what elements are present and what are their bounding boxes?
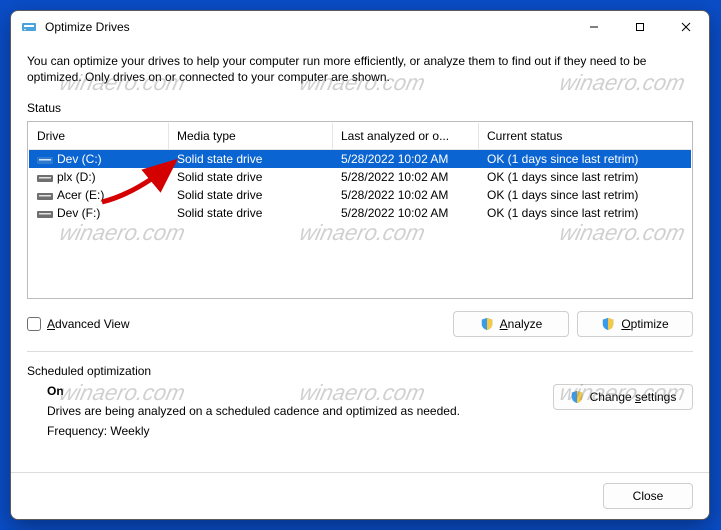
drive-name: plx (D:) [57,170,96,184]
close-window-button[interactable] [663,11,709,43]
table-row[interactable]: Dev (F:) Solid state drive5/28/2022 10:02… [29,204,691,222]
status-label: Status [27,101,693,115]
close-button[interactable]: Close [603,483,693,509]
change-settings-button[interactable]: Change settings [553,384,693,410]
app-icon [21,19,37,35]
drives-table: Drive Media type Last analyzed or o... C… [27,121,693,299]
shield-icon [601,317,615,331]
scheduled-body: On Drives are being analyzed on a schedu… [27,384,693,438]
scheduled-heading: Scheduled optimization [27,364,693,378]
drive-status: OK (1 days since last retrim) [479,206,691,220]
drive-media: Solid state drive [169,170,333,184]
shield-icon [480,317,494,331]
drive-status: OK (1 days since last retrim) [479,188,691,202]
analyze-button[interactable]: Analyze [453,311,569,337]
optimize-label: Optimize [621,317,668,331]
footer: Close [11,472,709,519]
table-row[interactable]: plx (D:) Solid state drive5/28/2022 10:02… [29,168,691,186]
drive-last: 5/28/2022 10:02 AM [333,206,479,220]
column-header-drive[interactable]: Drive [29,123,169,149]
drive-media: Solid state drive [169,152,333,166]
advanced-view-checkbox[interactable]: Advanced View [27,317,130,331]
intro-text: You can optimize your drives to help you… [27,53,693,85]
drive-last: 5/28/2022 10:02 AM [333,170,479,184]
drive-icon [37,190,53,202]
drive-icon [37,172,53,184]
drive-name: Dev (C:) [57,152,102,166]
column-header-status[interactable]: Current status [479,123,691,149]
drive-last: 5/28/2022 10:02 AM [333,188,479,202]
content-area: You can optimize your drives to help you… [11,43,709,472]
drive-icon [37,154,53,166]
drive-last: 5/28/2022 10:02 AM [333,152,479,166]
separator [27,351,693,352]
column-header-last[interactable]: Last analyzed or o... [333,123,479,149]
table-row[interactable]: Acer (E:) Solid state drive5/28/2022 10:0… [29,186,691,204]
minimize-button[interactable] [571,11,617,43]
schedule-desc: Drives are being analyzed on a scheduled… [47,404,553,418]
titlebar: Optimize Drives [11,11,709,43]
change-settings-label: Change settings [590,390,677,404]
drive-name: Acer (E:) [57,188,104,202]
shield-icon [570,390,584,404]
schedule-frequency: Frequency: Weekly [47,424,553,438]
drive-status: OK (1 days since last retrim) [479,152,691,166]
drive-name: Dev (F:) [57,206,100,220]
column-header-media[interactable]: Media type [169,123,333,149]
maximize-button[interactable] [617,11,663,43]
table-header: Drive Media type Last analyzed or o... C… [29,123,691,150]
drive-media: Solid state drive [169,188,333,202]
checkbox-icon [27,317,41,331]
analyze-label: Analyze [500,317,543,331]
drive-media: Solid state drive [169,206,333,220]
schedule-state: On [47,384,553,398]
table-row[interactable]: Dev (C:) Solid state drive5/28/2022 10:02… [29,150,691,168]
drive-icon [37,208,53,220]
optimize-button[interactable]: Optimize [577,311,693,337]
actions-row: Advanced View Analyze Optimize [27,311,693,337]
window-title: Optimize Drives [45,20,130,34]
table-body: Dev (C:)Solid state drive5/28/2022 10:02… [29,150,691,297]
advanced-view-label: Advanced View [47,317,130,331]
optimize-drives-window: Optimize Drives You can optimize your dr… [10,10,710,520]
drive-status: OK (1 days since last retrim) [479,170,691,184]
